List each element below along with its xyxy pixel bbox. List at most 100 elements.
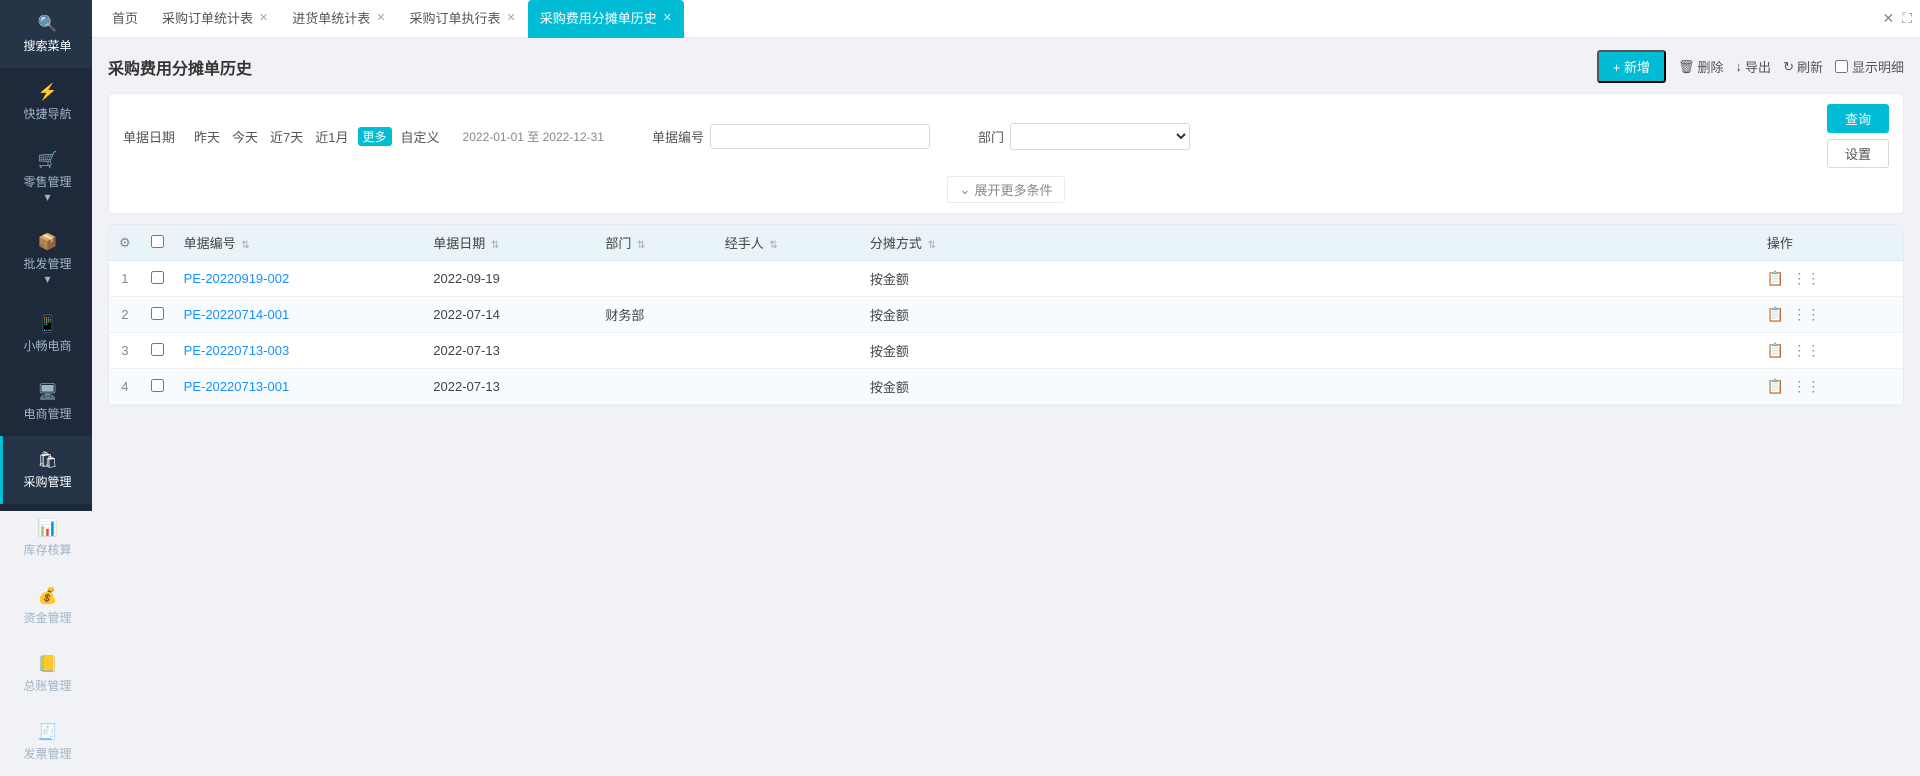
row-split-method-1: 按金额 bbox=[860, 297, 1757, 333]
row-edit-icon-0[interactable]: 📋 bbox=[1767, 270, 1784, 287]
settings-button[interactable]: 设置 bbox=[1827, 139, 1889, 168]
tab-purchase-order-stats[interactable]: 采购订单统计表 ✕ bbox=[150, 0, 280, 38]
sort-doc-date-icon[interactable]: ⇅ bbox=[491, 240, 499, 251]
sidebar-item-invoice[interactable]: 🧾 发票管理 bbox=[0, 708, 92, 776]
shortcut-yesterday[interactable]: 昨天 bbox=[191, 126, 223, 147]
maximize-window-icon[interactable]: ⛶ bbox=[1902, 10, 1912, 27]
col-split-method-label: 分摊方式 bbox=[870, 236, 922, 251]
row-edit-icon-2[interactable]: 📋 bbox=[1767, 342, 1784, 359]
row-more-icon-2[interactable]: ⋮⋮ bbox=[1792, 342, 1820, 359]
mini-ecom-icon: 📱 bbox=[11, 314, 84, 334]
col-settings[interactable]: ⚙ bbox=[109, 225, 141, 261]
sort-dept-icon[interactable]: ⇅ bbox=[637, 240, 645, 251]
shortcut-more[interactable]: 更多 bbox=[358, 127, 392, 146]
row-select-3[interactable] bbox=[151, 379, 164, 392]
sidebar-item-inventory[interactable]: 📊 库存核算 bbox=[0, 504, 92, 572]
tab-purchase-cost-split[interactable]: 采购费用分摊单历史 ✕ bbox=[528, 0, 684, 38]
query-button[interactable]: 查询 bbox=[1827, 104, 1889, 133]
sidebar-item-wholesale-label: 批发管理 bbox=[11, 255, 84, 272]
sidebar-item-quick-nav[interactable]: ⚡ 快捷导航 bbox=[0, 68, 92, 136]
row-select-2[interactable] bbox=[151, 343, 164, 356]
tab-goods-in-stats-close[interactable]: ✕ bbox=[376, 11, 385, 24]
row-dept-1: 财务部 bbox=[595, 297, 714, 333]
tab-home[interactable]: 首页 bbox=[100, 0, 150, 38]
export-button[interactable]: ↓ 导出 bbox=[1736, 57, 1772, 76]
page-header: 采购费用分摊单历史 + 新增 🗑 删除 ↓ 导出 ↻ 刷新 显示明细 bbox=[108, 50, 1904, 83]
data-table-wrap: ⚙ 单据编号 ⇅ 单据日期 ⇅ 部门 bbox=[108, 224, 1904, 406]
row-more-icon-3[interactable]: ⋮⋮ bbox=[1792, 378, 1820, 395]
row-dept-3 bbox=[595, 369, 714, 405]
sidebar-item-ledger[interactable]: 📒 总账管理 bbox=[0, 640, 92, 708]
table-row: 3 PE-20220713-003 2022-07-13 按金额 📋 ⋮⋮ bbox=[109, 333, 1903, 369]
tab-goods-in-stats[interactable]: 进货单统计表 ✕ bbox=[280, 0, 397, 38]
row-actions-1: 📋 ⋮⋮ bbox=[1757, 297, 1903, 333]
sidebar-item-purchase[interactable]: 🛍 采购管理 bbox=[0, 436, 92, 504]
doc-no-input[interactable] bbox=[710, 124, 930, 149]
row-doc-date-1: 2022-07-14 bbox=[423, 297, 595, 333]
doc-no-link-2[interactable]: PE-20220713-003 bbox=[184, 343, 290, 358]
row-handler-0 bbox=[715, 261, 860, 297]
shortcut-custom[interactable]: 自定义 bbox=[398, 126, 443, 147]
row-select-0[interactable] bbox=[151, 271, 164, 284]
tab-bar: 首页 采购订单统计表 ✕ 进货单统计表 ✕ 采购订单执行表 ✕ 采购费用分摊单历… bbox=[92, 0, 1920, 38]
tab-purchase-cost-split-close[interactable]: ✕ bbox=[663, 11, 672, 24]
dept-select[interactable]: 财务部 bbox=[1010, 123, 1190, 150]
delete-button[interactable]: 🗑 删除 bbox=[1678, 57, 1724, 76]
sidebar-item-finance[interactable]: 💰 资金管理 bbox=[0, 572, 92, 640]
tab-purchase-order-exec[interactable]: 采购订单执行表 ✕ bbox=[397, 0, 527, 38]
row-num-3: 4 bbox=[109, 369, 141, 405]
sidebar-item-ecom[interactable]: 🖥 电商管理 bbox=[0, 368, 92, 436]
row-doc-date-2: 2022-07-13 bbox=[423, 333, 595, 369]
doc-no-field: 单据编号 bbox=[652, 124, 930, 149]
close-window-icon[interactable]: ✕ bbox=[1882, 10, 1894, 27]
row-edit-icon-3[interactable]: 📋 bbox=[1767, 378, 1784, 395]
table-row: 1 PE-20220919-002 2022-09-19 按金额 📋 ⋮⋮ bbox=[109, 261, 1903, 297]
row-actions-0: 📋 ⋮⋮ bbox=[1757, 261, 1903, 297]
sort-split-method-icon[interactable]: ⇅ bbox=[928, 240, 936, 251]
row-handler-3 bbox=[715, 369, 860, 405]
add-button[interactable]: + 新增 bbox=[1597, 50, 1666, 83]
date-filter-label: 单据日期 bbox=[123, 127, 175, 146]
sidebar-item-mini-ecom[interactable]: 📱 小畅电商 bbox=[0, 300, 92, 368]
tab-purchase-order-exec-close[interactable]: ✕ bbox=[507, 11, 516, 24]
row-more-icon-1[interactable]: ⋮⋮ bbox=[1792, 306, 1820, 323]
expand-more-label: 展开更多条件 bbox=[974, 180, 1052, 199]
dept-field: 部门 财务部 bbox=[978, 123, 1190, 150]
tab-home-label: 首页 bbox=[112, 8, 138, 27]
sidebar-item-purchase-label: 采购管理 bbox=[11, 473, 84, 490]
row-select-1[interactable] bbox=[151, 307, 164, 320]
doc-no-link-3[interactable]: PE-20220713-001 bbox=[184, 379, 290, 394]
sidebar-item-wholesale[interactable]: 📦 批发管理 ▾ bbox=[0, 218, 92, 300]
show-columns-label-text: 显示明细 bbox=[1852, 57, 1904, 76]
sidebar-item-search-menu[interactable]: 🔍 搜索菜单 bbox=[0, 0, 92, 68]
delete-label: 删除 bbox=[1698, 57, 1724, 76]
select-all-checkbox[interactable] bbox=[151, 235, 164, 248]
refresh-button[interactable]: ↻ 刷新 bbox=[1783, 57, 1823, 76]
row-checkbox-0 bbox=[141, 261, 174, 297]
shortcut-7days[interactable]: 近7天 bbox=[267, 126, 306, 147]
finance-icon: 💰 bbox=[11, 586, 84, 606]
doc-no-link-0[interactable]: PE-20220919-002 bbox=[184, 271, 290, 286]
shortcut-today[interactable]: 今天 bbox=[229, 126, 261, 147]
sidebar-item-retail[interactable]: 🛒 零售管理 ▾ bbox=[0, 136, 92, 218]
search-menu-icon: 🔍 bbox=[11, 14, 84, 34]
tab-purchase-cost-split-label: 采购费用分摊单历史 bbox=[540, 8, 657, 27]
tab-purchase-order-stats-label: 采购订单统计表 bbox=[162, 8, 253, 27]
row-edit-icon-1[interactable]: 📋 bbox=[1767, 306, 1784, 323]
show-columns-checkbox[interactable] bbox=[1835, 60, 1848, 73]
row-actions-2: 📋 ⋮⋮ bbox=[1757, 333, 1903, 369]
col-handler-label: 经手人 bbox=[725, 236, 764, 251]
chevron-down-icon: ▾ bbox=[44, 190, 50, 204]
col-doc-no: 单据编号 ⇅ bbox=[174, 225, 424, 261]
tab-purchase-order-stats-close[interactable]: ✕ bbox=[259, 11, 268, 24]
sort-handler-icon[interactable]: ⇅ bbox=[769, 240, 777, 251]
doc-no-link-1[interactable]: PE-20220714-001 bbox=[184, 307, 290, 322]
show-columns-checkbox-label[interactable]: 显示明细 bbox=[1835, 57, 1904, 76]
sort-doc-no-icon[interactable]: ⇅ bbox=[241, 240, 249, 251]
row-more-icon-0[interactable]: ⋮⋮ bbox=[1792, 270, 1820, 287]
col-actions: 操作 bbox=[1757, 225, 1903, 261]
expand-more-button[interactable]: ⌄ 展开更多条件 bbox=[947, 176, 1066, 203]
sidebar-item-quick-nav-label: 快捷导航 bbox=[11, 105, 84, 122]
shortcut-1month[interactable]: 近1月 bbox=[312, 126, 351, 147]
row-doc-date-0: 2022-09-19 bbox=[423, 261, 595, 297]
